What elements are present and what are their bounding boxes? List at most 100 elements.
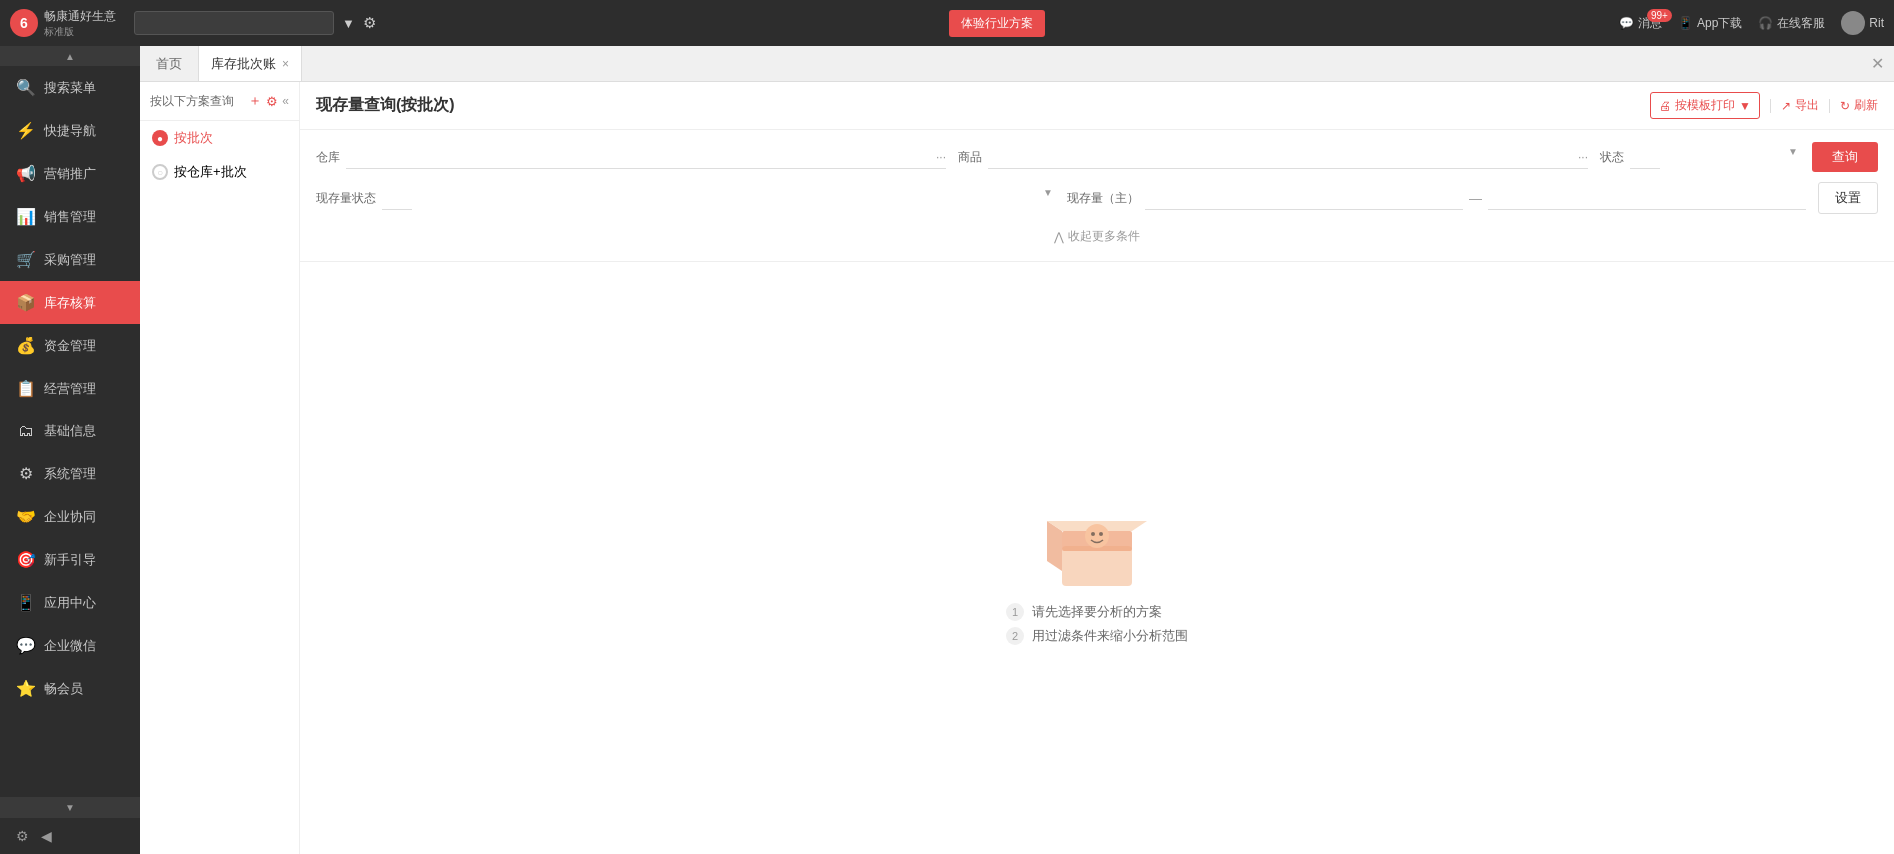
page-title: 现存量查询(按批次) xyxy=(316,95,455,116)
sidebar-items: 🔍 搜索菜单 ⚡ 快捷导航 📢 营销推广 📊 销售管理 🛒 采购管理 📦 xyxy=(0,66,140,797)
sidebar-scroll-up[interactable]: ▲ xyxy=(0,46,140,66)
query-btn[interactable]: 查询 xyxy=(1812,142,1878,172)
status-dropdown-icon: ▼ xyxy=(1788,146,1798,157)
status-select[interactable] xyxy=(1630,146,1660,169)
app-download-label: App下载 xyxy=(1697,15,1742,32)
warehouse-more-icon: ··· xyxy=(936,150,946,164)
logo-icon: 6 xyxy=(10,9,38,37)
sidebar-item-apps[interactable]: 📱 应用中心 xyxy=(0,581,140,624)
product-input[interactable] xyxy=(988,146,1588,169)
scheme-settings-btn[interactable]: ⚙ xyxy=(266,92,278,110)
empty-svg xyxy=(1037,471,1157,591)
stock-status-select[interactable] xyxy=(382,187,412,210)
app-download-btn[interactable]: 📱 App下载 xyxy=(1678,15,1742,32)
warehouse-label: 仓库 xyxy=(316,149,340,166)
sidebar-item-marketing-label: 营销推广 xyxy=(44,165,96,183)
page-header: 现存量查询(按批次) 🖨 按模板打印 ▼ ↗ 导出 xyxy=(300,82,1894,130)
add-scheme-btn[interactable]: ＋ xyxy=(248,92,262,110)
top-bar-right: 💬 消息 99+ 📱 App下载 🎧 在线客服 Rit xyxy=(1619,11,1884,35)
export-btn[interactable]: ↗ 导出 xyxy=(1781,97,1819,114)
search-dropdown-btn[interactable]: ▼ xyxy=(342,16,355,31)
sidebar-bottom: ⚙ ◀ xyxy=(0,817,140,854)
sidebar-item-finance[interactable]: 💰 资金管理 xyxy=(0,324,140,367)
status-label: 状态 xyxy=(1600,149,1624,166)
scheme-item-batch[interactable]: ● 按批次 xyxy=(140,121,299,155)
finance-icon: 💰 xyxy=(16,336,36,355)
refresh-btn-label: 刷新 xyxy=(1854,97,1878,114)
top-bar-center: 体验行业方案 xyxy=(949,10,1045,37)
close-panel-btn[interactable]: ✕ xyxy=(1871,54,1884,73)
product-filter-field: 商品 ··· xyxy=(958,146,1588,169)
tab-home[interactable]: 首页 xyxy=(140,46,199,81)
sidebar-item-enterprise[interactable]: 🤝 企业协同 xyxy=(0,495,140,538)
collapse-chevron-icon: « xyxy=(282,94,289,108)
filter-settings-btn[interactable]: 设置 xyxy=(1818,182,1878,214)
apps-icon: 📱 xyxy=(16,593,36,612)
user-name: Rit xyxy=(1869,16,1884,30)
panel-collapse-btn[interactable]: « xyxy=(282,92,289,110)
stock-status-filter-field: 现存量状态 ▼ xyxy=(316,187,1055,210)
phone-icon: 📱 xyxy=(1678,16,1693,30)
sidebar-item-operations[interactable]: 📋 经营管理 xyxy=(0,367,140,410)
collapse-more-label: 收起更多条件 xyxy=(1068,228,1140,245)
scheme-active-dot: ● xyxy=(152,130,168,146)
sidebar-item-purchase[interactable]: 🛒 采购管理 xyxy=(0,238,140,281)
content-area: 首页 库存批次账 × ✕ 按以下方案查询 ＋ xyxy=(140,46,1894,854)
sidebar-item-marketing[interactable]: 📢 营销推广 xyxy=(0,152,140,195)
sidebar-item-system[interactable]: ⚙ 系统管理 xyxy=(0,452,140,495)
sidebar-item-sales-label: 销售管理 xyxy=(44,208,96,226)
user-area[interactable]: Rit xyxy=(1841,11,1884,35)
left-panel-actions: ＋ ⚙ « xyxy=(248,92,289,110)
close-icon: × xyxy=(282,57,289,71)
filter-row-1: 仓库 ··· 商品 ··· xyxy=(316,142,1878,172)
member-icon: ⭐ xyxy=(16,679,36,698)
stock-quantity-min-input[interactable] xyxy=(1145,187,1463,210)
page-content: 按以下方案查询 ＋ ⚙ « ● xyxy=(140,82,1894,854)
sidebar-item-wechat[interactable]: 💬 企业微信 xyxy=(0,624,140,667)
sidebar-item-basic[interactable]: 🗂 基础信息 xyxy=(0,410,140,452)
sidebar-settings-btn[interactable]: ⚙ xyxy=(16,828,29,844)
scheme-active-icon: ● xyxy=(157,133,163,144)
tab-inventory-batch-label: 库存批次账 xyxy=(211,55,276,73)
logo-text: 畅康通好生意 xyxy=(44,8,116,25)
print-btn[interactable]: 🖨 按模板打印 ▼ xyxy=(1650,92,1760,119)
sidebar-collapse-btn[interactable]: ◀ xyxy=(41,828,52,844)
sidebar-item-member[interactable]: ⭐ 畅会员 xyxy=(0,667,140,710)
print-dropdown-icon: ▼ xyxy=(1739,99,1751,113)
sidebar-item-system-label: 系统管理 xyxy=(44,465,96,483)
product-label: 商品 xyxy=(958,149,982,166)
left-panel-title: 按以下方案查询 xyxy=(150,93,234,110)
sidebar-item-enterprise-label: 企业协同 xyxy=(44,508,96,526)
plus-icon: ＋ xyxy=(248,92,262,108)
filter-area: 仓库 ··· 商品 ··· xyxy=(300,130,1894,262)
tab-close-btn[interactable]: × xyxy=(282,57,289,71)
sidebar-item-newguide[interactable]: 🎯 新手引导 xyxy=(0,538,140,581)
sidebar-item-inventory[interactable]: 📦 库存核算 xyxy=(0,281,140,324)
sidebar-item-sales[interactable]: 📊 销售管理 xyxy=(0,195,140,238)
top-gear-btn[interactable]: ⚙ xyxy=(363,14,376,32)
collapse-more-btn[interactable]: ⋀ 收起更多条件 xyxy=(316,224,1878,249)
top-bar: 6 畅康通好生意 标准版 ▼ ⚙ 体验行业方案 💬 消息 99+ 📱 App下载… xyxy=(0,0,1894,46)
trial-btn[interactable]: 体验行业方案 xyxy=(949,10,1045,37)
sidebar-item-search[interactable]: 🔍 搜索菜单 xyxy=(0,66,140,109)
stock-quantity-max-input[interactable] xyxy=(1488,187,1806,210)
stock-status-dropdown-icon: ▼ xyxy=(1043,187,1053,198)
sidebar-item-apps-label: 应用中心 xyxy=(44,594,96,612)
tab-inventory-batch[interactable]: 库存批次账 × xyxy=(199,46,302,81)
product-more-btn[interactable]: ··· xyxy=(1578,150,1588,164)
sidebar-item-shortcut[interactable]: ⚡ 快捷导航 xyxy=(0,109,140,152)
service-icon: 🎧 xyxy=(1758,16,1773,30)
scheme-item-warehouse-batch[interactable]: ○ 按仓库+批次 xyxy=(140,155,299,189)
sidebar-item-basic-label: 基础信息 xyxy=(44,422,96,440)
sidebar-scroll-down[interactable]: ▼ xyxy=(0,797,140,817)
messages-btn[interactable]: 💬 消息 99+ xyxy=(1619,15,1662,32)
basic-icon: 🗂 xyxy=(16,422,36,440)
empty-state: 1 请先选择要分析的方案 2 用过滤条件来缩小分析范围 xyxy=(300,262,1894,854)
logo-text-area: 畅康通好生意 标准版 xyxy=(44,8,116,39)
warehouse-input[interactable] xyxy=(346,146,946,169)
sidebar-item-purchase-label: 采购管理 xyxy=(44,251,96,269)
refresh-btn[interactable]: ↻ 刷新 xyxy=(1840,97,1878,114)
online-service-btn[interactable]: 🎧 在线客服 xyxy=(1758,15,1825,32)
warehouse-more-btn[interactable]: ··· xyxy=(936,150,946,164)
top-search-input[interactable] xyxy=(134,11,334,35)
